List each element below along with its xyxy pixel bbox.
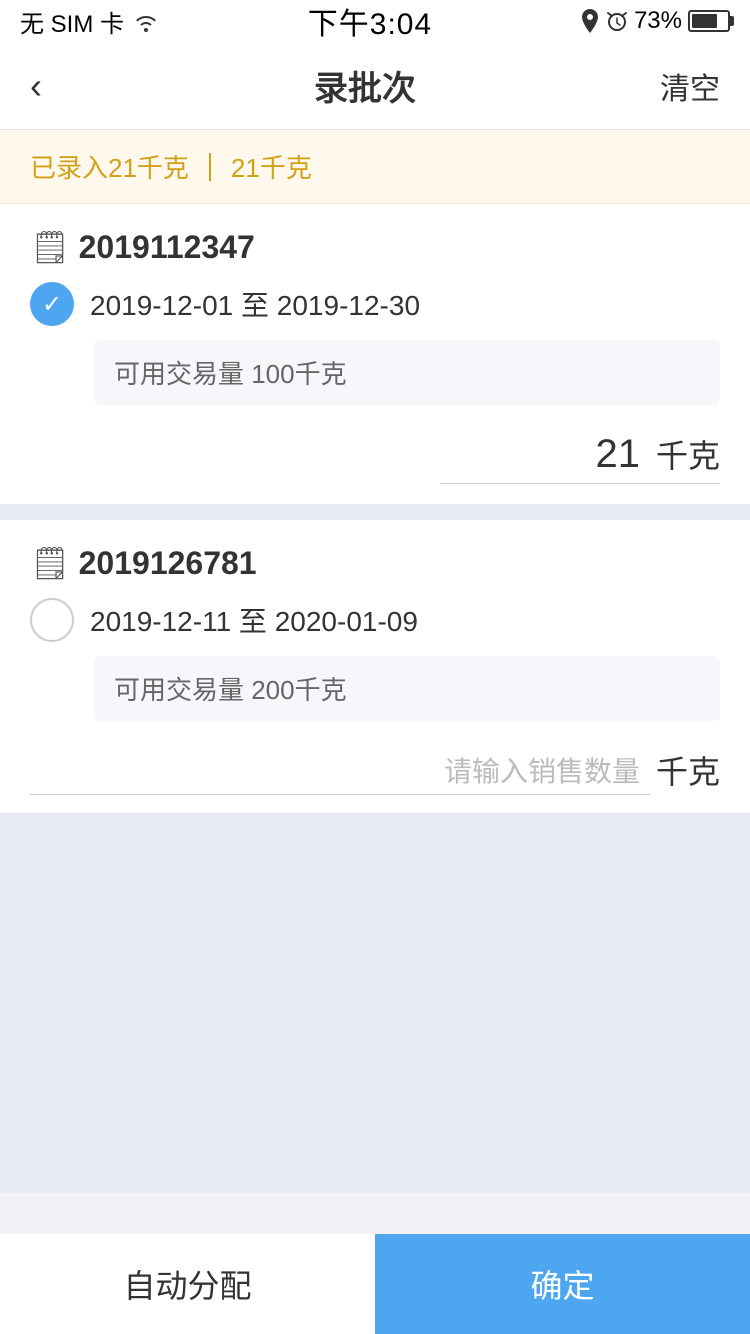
section-divider bbox=[0, 504, 750, 520]
batch-card-1: 🗒 2019112347 ✓ 2019-12-01 至 2019-12-30 可… bbox=[0, 204, 750, 504]
batch-1-date: 2019-12-01 至 2019-12-30 bbox=[90, 284, 420, 324]
batch-2-available: 可用交易量 200千克 bbox=[94, 656, 720, 721]
status-left: 无 SIM 卡 bbox=[20, 4, 160, 39]
status-right: 73% bbox=[580, 7, 730, 35]
status-bar: 无 SIM 卡 下午3:04 73% bbox=[0, 0, 750, 42]
info-divider bbox=[209, 153, 211, 181]
nav-bar: ‹ 录批次 清空 bbox=[0, 42, 750, 130]
batch-2-quantity-area[interactable]: 请输入销售数量 千克 bbox=[0, 737, 750, 813]
empty-area bbox=[0, 813, 750, 1193]
batch-2-header: 🗒 2019126781 bbox=[0, 520, 750, 592]
recorded-amount: 已录入21千克 bbox=[30, 148, 189, 185]
batch-2-row[interactable]: 2019-12-11 至 2020-01-09 bbox=[0, 592, 750, 648]
carrier-text: 无 SIM 卡 bbox=[20, 4, 124, 39]
wifi-icon bbox=[132, 10, 160, 32]
batch-1-available: 可用交易量 100千克 bbox=[94, 340, 720, 405]
batch-1-id: 2019112347 bbox=[79, 229, 255, 266]
batch-1-quantity-unit: 千克 bbox=[656, 431, 720, 477]
page-title: 录批次 bbox=[314, 61, 416, 110]
bottom-bar: 自动分配 确定 bbox=[0, 1234, 750, 1334]
batch-2-unit: 千克 bbox=[656, 747, 720, 793]
batch-1-header: 🗒 2019112347 bbox=[0, 204, 750, 276]
batch-1-quantity-value: 21 bbox=[595, 432, 640, 477]
batch-2-doc-icon: 🗒 bbox=[30, 544, 71, 582]
alarm-icon bbox=[606, 9, 628, 33]
batch-2-date: 2019-12-11 至 2020-01-09 bbox=[90, 600, 418, 640]
clear-button[interactable]: 清空 bbox=[640, 64, 720, 108]
batch-card-2: 🗒 2019126781 2019-12-11 至 2020-01-09 可用交… bbox=[0, 520, 750, 813]
auto-distribute-button[interactable]: 自动分配 bbox=[0, 1234, 375, 1334]
input-underline bbox=[30, 794, 650, 795]
status-time: 下午3:04 bbox=[308, 0, 432, 43]
batch-2-id: 2019126781 bbox=[79, 545, 257, 582]
batch-1-radio[interactable]: ✓ bbox=[30, 282, 74, 326]
info-value: 21千克 bbox=[231, 148, 312, 185]
check-icon: ✓ bbox=[42, 290, 62, 319]
batch-1-quantity-area: 21 千克 bbox=[0, 421, 750, 504]
battery-percent: 73% bbox=[634, 7, 682, 35]
battery-icon bbox=[688, 10, 730, 32]
batch-1-row[interactable]: ✓ 2019-12-01 至 2019-12-30 bbox=[0, 276, 750, 332]
batch-1-quantity-display: 21 千克 bbox=[595, 431, 720, 477]
batch-doc-icon: 🗒 bbox=[30, 228, 71, 266]
info-bar: 已录入21千克 21千克 bbox=[0, 130, 750, 204]
quantity-underline bbox=[440, 483, 720, 484]
quantity-placeholder: 请输入销售数量 bbox=[444, 750, 640, 790]
confirm-button[interactable]: 确定 bbox=[375, 1234, 750, 1334]
location-icon bbox=[580, 9, 600, 33]
back-button[interactable]: ‹ bbox=[30, 65, 90, 107]
batch-2-radio[interactable] bbox=[30, 598, 74, 642]
